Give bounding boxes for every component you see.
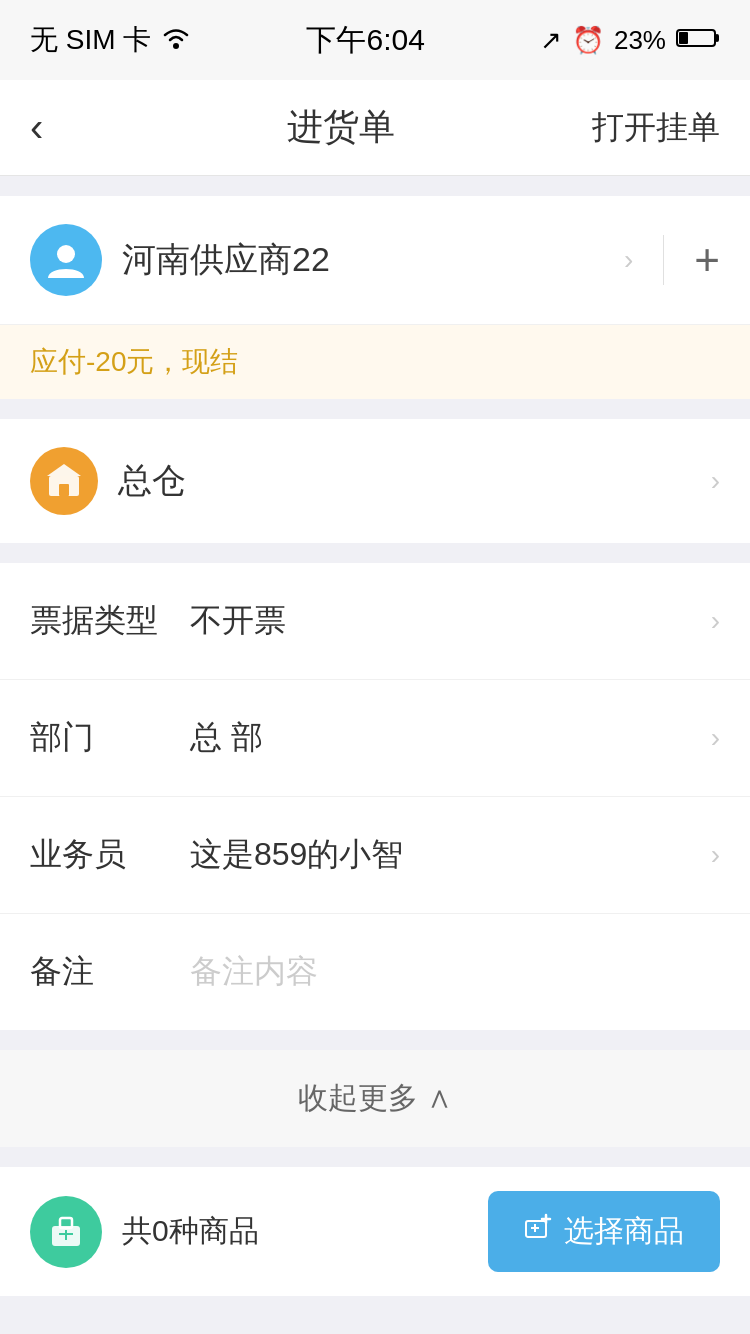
notice-banner: 应付-20元，现结 (0, 325, 750, 399)
supplier-divider (663, 235, 664, 285)
status-bar: 无 SIM 卡 下午6:04 ↗ ⏰ 23% (0, 0, 750, 80)
remark-input[interactable]: 备注内容 (190, 950, 720, 994)
invoice-arrow-icon: › (711, 605, 720, 637)
page-title: 进货单 (287, 103, 395, 152)
warehouse-icon (30, 447, 98, 515)
open-pending-button[interactable]: 打开挂单 (592, 106, 720, 150)
salesperson-value: 这是859的小智 (190, 833, 711, 877)
invoice-type-row[interactable]: 票据类型 不开票 › (0, 563, 750, 680)
supplier-arrow-icon: › (624, 244, 633, 276)
invoice-type-label: 票据类型 (30, 599, 170, 643)
supplier-add-button[interactable]: + (694, 235, 720, 285)
product-count-label: 共0种商品 (122, 1211, 488, 1252)
select-product-button[interactable]: 选择商品 (488, 1191, 720, 1272)
status-left: 无 SIM 卡 (30, 21, 191, 59)
svg-point-0 (173, 43, 179, 49)
remark-row[interactable]: 备注 备注内容 (0, 914, 750, 1030)
select-product-icon (524, 1213, 554, 1250)
svg-marker-6 (47, 464, 81, 476)
battery-label: 23% (614, 25, 666, 56)
department-row[interactable]: 部门 总 部 › (0, 680, 750, 797)
supplier-row[interactable]: 河南供应商22 › + (0, 196, 750, 325)
supplier-card: 河南供应商22 › + 应付-20元，现结 (0, 196, 750, 399)
product-icon (30, 1196, 102, 1268)
collapse-button[interactable]: 收起更多 ∧ (0, 1050, 750, 1147)
salesperson-arrow-icon: › (711, 839, 720, 871)
remark-label: 备注 (30, 950, 170, 994)
supplier-avatar (30, 224, 102, 296)
invoice-type-value: 不开票 (190, 599, 711, 643)
svg-rect-3 (679, 32, 688, 44)
nav-bar: ‹ 进货单 打开挂单 (0, 80, 750, 176)
select-product-label: 选择商品 (564, 1211, 684, 1252)
status-right: ↗ ⏰ 23% (540, 25, 720, 56)
gps-icon: ↗ (540, 25, 562, 56)
wifi-icon (161, 24, 191, 56)
warehouse-row[interactable]: 总仓 › (0, 419, 750, 543)
status-time: 下午6:04 (306, 20, 424, 61)
back-button[interactable]: ‹ (30, 105, 90, 150)
product-bar: 共0种商品 选择商品 (0, 1167, 750, 1296)
department-label: 部门 (30, 716, 170, 760)
warehouse-card[interactable]: 总仓 › (0, 419, 750, 543)
warehouse-name: 总仓 (118, 458, 711, 504)
form-section: 票据类型 不开票 › 部门 总 部 › 业务员 这是859的小智 › 备注 备注… (0, 563, 750, 1030)
notice-text: 应付-20元，现结 (30, 346, 238, 377)
battery-icon (676, 25, 720, 56)
department-arrow-icon: › (711, 722, 720, 754)
salesperson-row[interactable]: 业务员 这是859的小智 › (0, 797, 750, 914)
supplier-name: 河南供应商22 (122, 237, 624, 283)
department-value: 总 部 (190, 716, 711, 760)
warehouse-arrow-icon: › (711, 465, 720, 497)
gap-1 (0, 176, 750, 196)
carrier-label: 无 SIM 卡 (30, 21, 151, 59)
svg-point-4 (57, 245, 75, 263)
svg-rect-7 (59, 484, 69, 496)
alarm-icon: ⏰ (572, 25, 604, 56)
salesperson-label: 业务员 (30, 833, 170, 877)
collapse-label: 收起更多 ∧ (298, 1081, 451, 1114)
svg-rect-2 (715, 34, 719, 42)
